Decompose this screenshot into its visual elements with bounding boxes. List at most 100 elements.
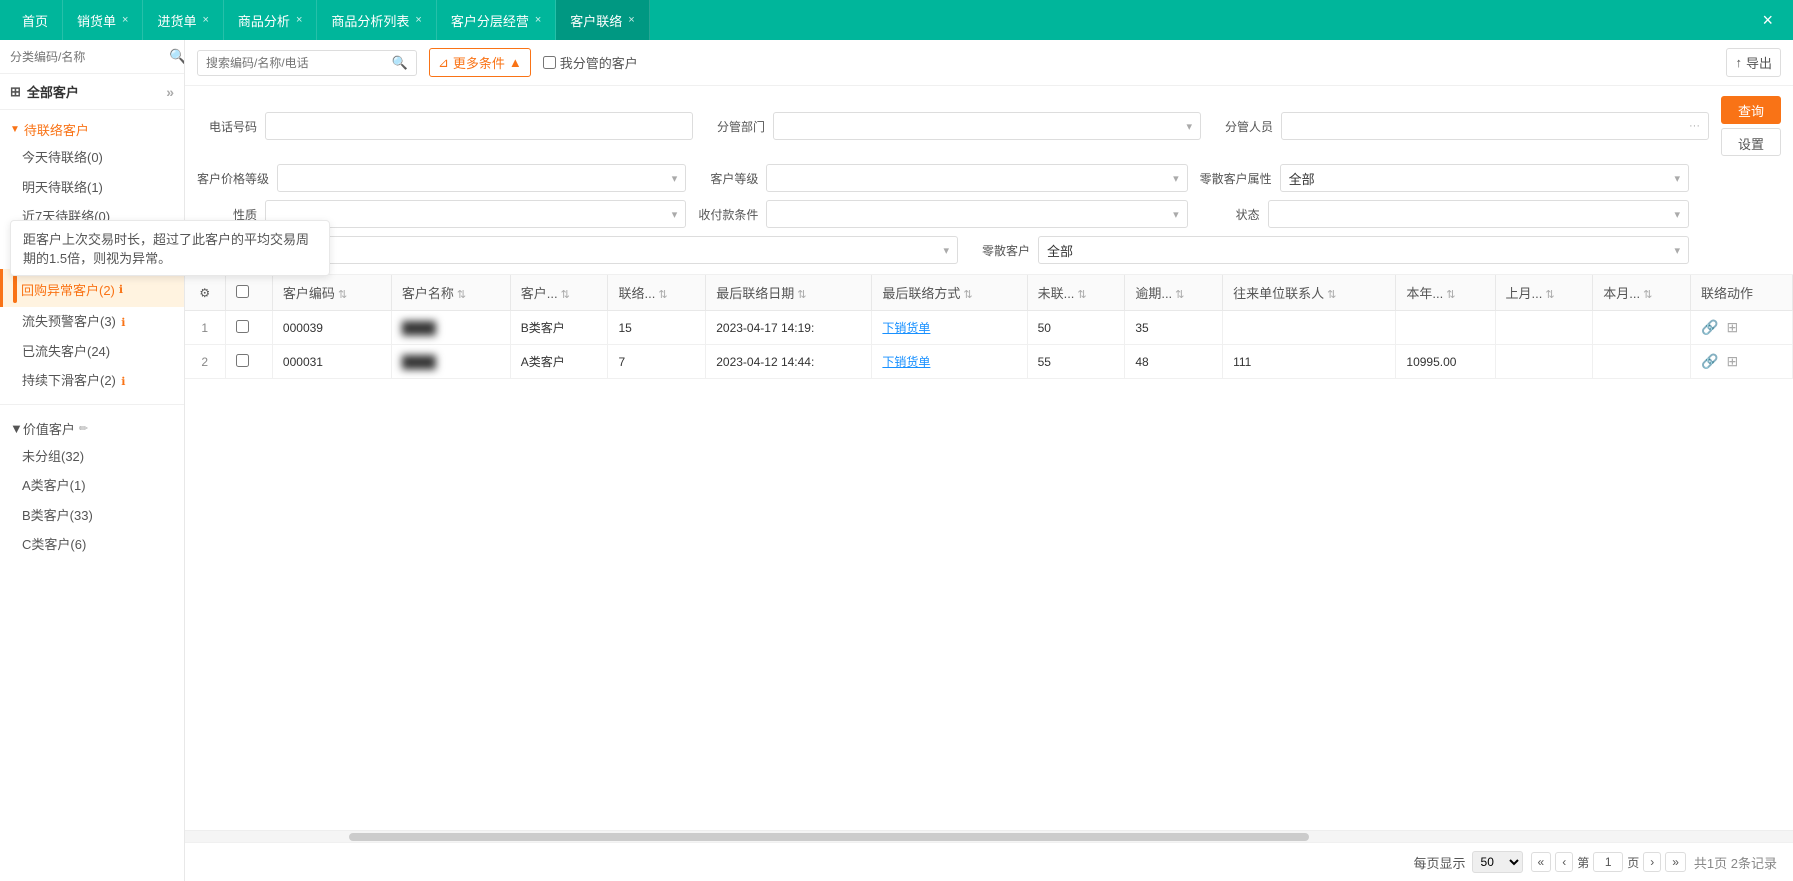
filter-actions: 查询 设置 bbox=[1721, 96, 1781, 156]
chevron-down-icon4: ▾ bbox=[1173, 172, 1179, 185]
cell-last-method[interactable]: 下销货单 bbox=[872, 311, 1027, 345]
nav-tab-customer-contact[interactable]: 客户联络 × bbox=[556, 0, 649, 40]
nav-tab-home[interactable]: 首页 bbox=[8, 0, 63, 40]
close-sales-icon[interactable]: × bbox=[122, 14, 128, 26]
cell-not-contact: 55 bbox=[1027, 345, 1125, 379]
close-all-button[interactable]: × bbox=[1750, 10, 1785, 31]
filter-payment-select[interactable]: ▾ bbox=[766, 200, 1187, 228]
nav-tab-purchase[interactable]: 进货单 × bbox=[143, 0, 223, 40]
link-action-icon[interactable]: 🔗 bbox=[1701, 353, 1718, 370]
filter-retail-customer: 零散客户 全部 ▾ bbox=[970, 236, 1689, 264]
more-action-icon[interactable]: ⊞ bbox=[1726, 319, 1738, 336]
current-page-display[interactable]: 1 bbox=[1593, 852, 1623, 872]
filter-icon: ⊿ bbox=[438, 55, 449, 71]
sidebar-search-icon[interactable]: 🔍 bbox=[169, 48, 185, 65]
chevron-down-icon: ▾ bbox=[1186, 120, 1192, 133]
nav-tab-analysis[interactable]: 商品分析 × bbox=[224, 0, 317, 40]
per-page-select[interactable]: 50 10 20 100 bbox=[1472, 851, 1523, 873]
sidebar: 🔍 ⊞ 全部客户 » ▼ 待联络客户 今天待联络(0) 明天待联络(1) 近7天… bbox=[0, 40, 185, 881]
sidebar-search-input[interactable] bbox=[10, 50, 165, 64]
nav-tab-customer-mgmt[interactable]: 客户分层经营 × bbox=[437, 0, 556, 40]
main-layout: 🔍 ⊞ 全部客户 » ▼ 待联络客户 今天待联络(0) 明天待联络(1) 近7天… bbox=[0, 40, 1793, 881]
filter-manager-select[interactable]: ··· bbox=[1281, 112, 1709, 140]
cell-checkbox[interactable] bbox=[225, 345, 272, 379]
chevron-down-icon9: ▾ bbox=[943, 244, 949, 257]
sidebar-group-value: ▼ 价值客户 ✏ 未分组(32) A类客户(1) B类客户(33) C类客户(6… bbox=[0, 409, 184, 564]
sidebar-group-value-label[interactable]: ▼ 价值客户 ✏ bbox=[0, 413, 184, 442]
more-action-icon[interactable]: ⊞ bbox=[1726, 353, 1738, 370]
prev-page-button[interactable]: ‹ bbox=[1555, 852, 1573, 872]
cell-last-month bbox=[1495, 311, 1593, 345]
link-action-icon[interactable]: 🔗 bbox=[1701, 319, 1718, 336]
next-page-button[interactable]: › bbox=[1643, 852, 1661, 872]
filter-price-grade-label: 客户价格等级 bbox=[197, 170, 269, 187]
per-page-label: 每页显示 bbox=[1414, 853, 1466, 872]
table-body: 1000039████B类客户152023-04-17 14:19:下销货单50… bbox=[185, 311, 1793, 379]
filter-retail-attr: 零散客户属性 全部 ▾ bbox=[1200, 164, 1689, 192]
footer-total: 共1页 2条记录 bbox=[1694, 853, 1777, 872]
scroll-thumb[interactable] bbox=[349, 833, 1309, 841]
sidebar-item-declining[interactable]: 持续下滑客户(2) ℹ bbox=[0, 366, 184, 396]
col-type: 客户...⇅ bbox=[510, 275, 608, 311]
edit-icon[interactable]: ✏ bbox=[79, 422, 88, 435]
filter-dept-select[interactable]: ▾ bbox=[773, 112, 1201, 140]
col-gear[interactable]: ⚙ bbox=[185, 275, 225, 311]
close-analysis-list-icon[interactable]: × bbox=[415, 14, 421, 26]
row-checkbox[interactable] bbox=[236, 320, 249, 333]
close-customer-contact-icon[interactable]: × bbox=[628, 14, 634, 26]
query-button[interactable]: 查询 bbox=[1721, 96, 1781, 124]
close-purchase-icon[interactable]: × bbox=[202, 14, 208, 26]
filter-price-grade-select[interactable]: ▾ bbox=[277, 164, 686, 192]
sidebar-item-tomorrow[interactable]: 明天待联络(1) bbox=[0, 173, 184, 203]
filter-row-2: 客户价格等级 ▾ 客户等级 ▾ 零散客户属性 全部 bbox=[197, 164, 1781, 192]
select-all-checkbox[interactable] bbox=[236, 285, 249, 298]
sidebar-group-pending-label[interactable]: ▼ 待联络客户 bbox=[0, 114, 184, 143]
nav-tab-analysis-list[interactable]: 商品分析列表 × bbox=[317, 0, 436, 40]
scroll-bar[interactable] bbox=[185, 830, 1793, 842]
my-customer-checkbox[interactable] bbox=[543, 56, 556, 69]
search-icon[interactable]: 🔍 bbox=[392, 55, 408, 71]
chevron-down-icon7: ▾ bbox=[1173, 208, 1179, 221]
row-checkbox[interactable] bbox=[236, 354, 249, 367]
sidebar-item-loss-warning[interactable]: 流失预警客户(3) ℹ bbox=[0, 307, 184, 337]
sort-icon-date: ⇅ bbox=[797, 289, 806, 301]
filter-retail-attr-select[interactable]: 全部 ▾ bbox=[1280, 164, 1689, 192]
cell-checkbox[interactable] bbox=[225, 311, 272, 345]
cell-last-method[interactable]: 下销货单 bbox=[872, 345, 1027, 379]
settings-button[interactable]: 设置 bbox=[1721, 128, 1781, 156]
close-customer-mgmt-icon[interactable]: × bbox=[535, 14, 541, 26]
close-analysis-icon[interactable]: × bbox=[296, 14, 302, 26]
col-this-year: 本年...⇅ bbox=[1396, 275, 1495, 311]
sort-icon-method: ⇅ bbox=[963, 289, 972, 301]
cell-type: B类客户 bbox=[510, 311, 608, 345]
sort-icon-name: ⇅ bbox=[457, 289, 466, 301]
search-input[interactable] bbox=[206, 56, 386, 70]
export-button[interactable]: ↑ 导出 bbox=[1726, 48, 1781, 77]
sidebar-item-today[interactable]: 今天待联络(0) bbox=[0, 143, 184, 173]
cell-action[interactable]: 🔗⊞ bbox=[1691, 345, 1793, 379]
col-not-contact: 未联...⇅ bbox=[1027, 275, 1125, 311]
sidebar-item-lost[interactable]: 已流失客户(24) bbox=[0, 337, 184, 367]
filter-customer-type-select[interactable]: ▾ bbox=[307, 236, 958, 264]
sidebar-item-a-class[interactable]: A类客户(1) bbox=[0, 471, 184, 501]
sidebar-item-ungrouped[interactable]: 未分组(32) bbox=[0, 442, 184, 472]
filter-retail-customer-select[interactable]: 全部 ▾ bbox=[1038, 236, 1689, 264]
filter-customer-grade-select[interactable]: ▾ bbox=[766, 164, 1187, 192]
nav-tab-sales[interactable]: 销货单 × bbox=[63, 0, 143, 40]
filter-phone-input[interactable] bbox=[265, 112, 693, 140]
filter-status-label: 状态 bbox=[1200, 206, 1260, 223]
col-contact-person: 往来单位联系人⇅ bbox=[1223, 275, 1396, 311]
filter-status-select[interactable]: ▾ bbox=[1268, 200, 1689, 228]
sort-icon-this-month: ⇅ bbox=[1643, 289, 1652, 301]
first-page-button[interactable]: « bbox=[1531, 852, 1552, 872]
page-word: 第 bbox=[1577, 854, 1589, 871]
grid-icon: ⊞ bbox=[10, 84, 21, 100]
cell-action[interactable]: 🔗⊞ bbox=[1691, 311, 1793, 345]
sidebar-item-b-class[interactable]: B类客户(33) bbox=[0, 501, 184, 531]
last-page-button[interactable]: » bbox=[1665, 852, 1686, 872]
more-filter-button[interactable]: ⊿ 更多条件 ▲ bbox=[429, 48, 531, 77]
sidebar-collapse-button[interactable]: » bbox=[166, 84, 174, 100]
my-customer-checkbox-area[interactable]: 我分管的客户 bbox=[543, 53, 638, 72]
chevron-down-icon10: ▾ bbox=[1674, 244, 1680, 257]
sidebar-item-c-class[interactable]: C类客户(6) bbox=[0, 530, 184, 560]
